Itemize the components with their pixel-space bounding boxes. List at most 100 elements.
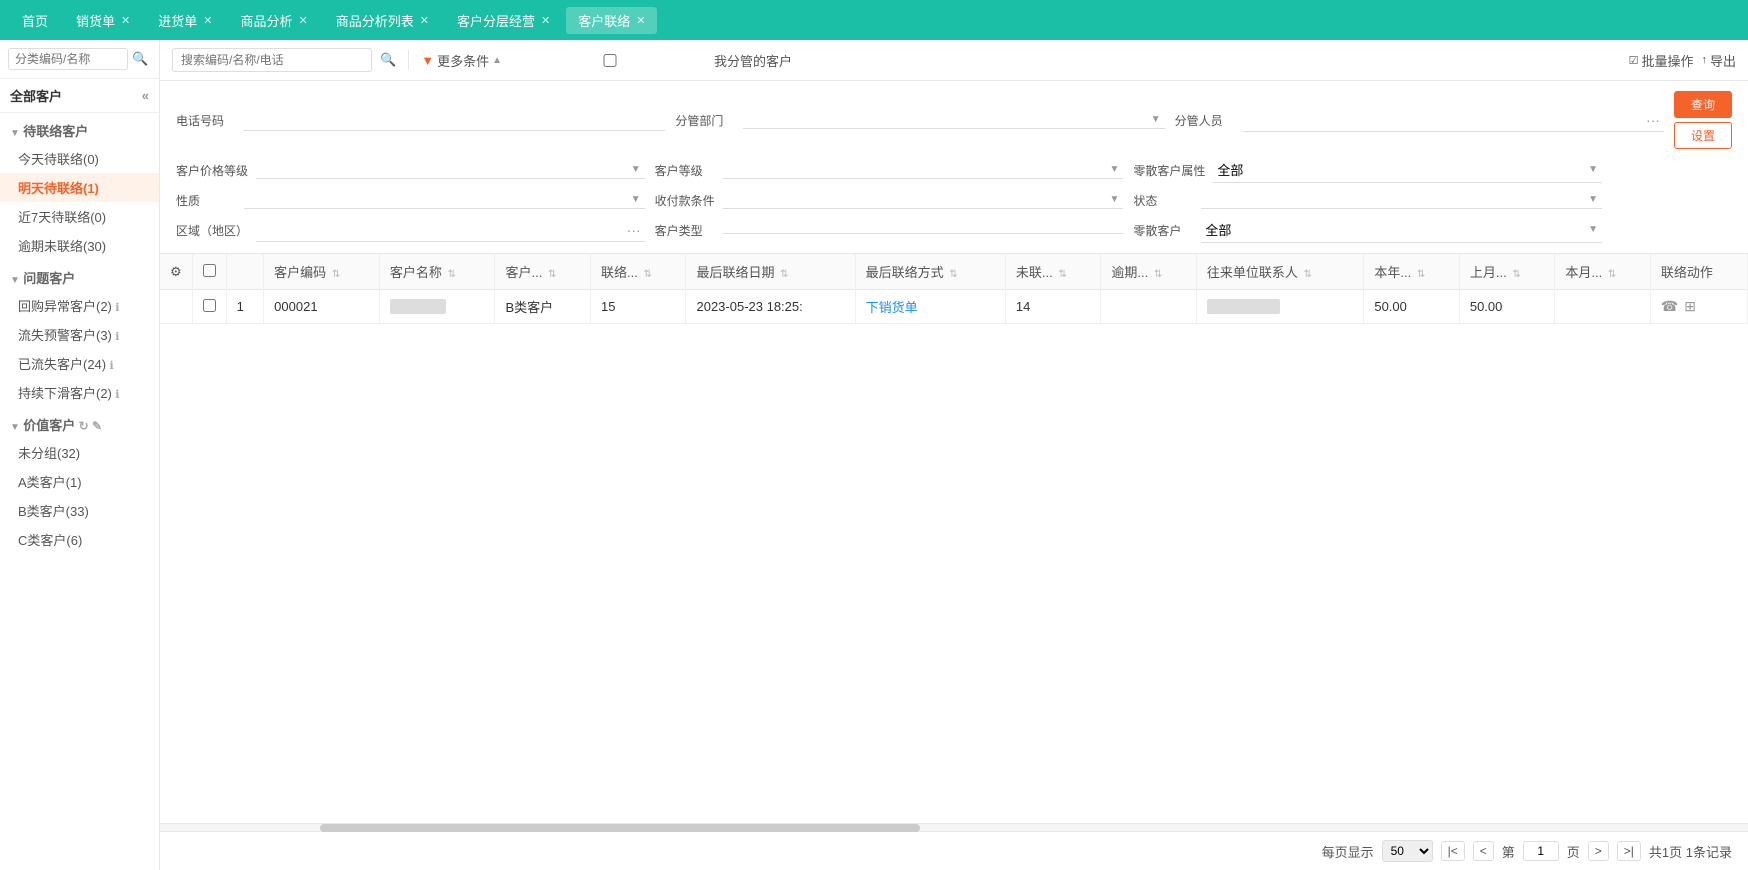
top-navigation: 首页 销货单 ✕ 进货单 ✕ 商品分析 ✕ 商品分析列表 ✕ 客户分层经营 ✕ … — [0, 0, 1748, 40]
sidebar-item-overdue[interactable]: 逾期未联络(30) — [0, 231, 159, 260]
payment-select[interactable]: ▼ — [723, 191, 1124, 209]
nav-customer-tier[interactable]: 客户分层经营 ✕ — [445, 7, 562, 34]
col-contact-person[interactable]: 往来单位联系人 ⇅ — [1196, 254, 1364, 290]
sidebar-search-area: 🔍 — [0, 40, 159, 79]
col-contact-count[interactable]: 联络... ⇅ — [590, 254, 686, 290]
more-filters-button[interactable]: ▼ 更多条件 ▲ — [421, 51, 502, 70]
scrollbar-thumb[interactable] — [320, 824, 920, 832]
phone-input[interactable] — [244, 110, 665, 131]
sidebar-all-customers[interactable]: 全部客户 « — [0, 79, 159, 113]
sidebar-item-abnormal[interactable]: 回购异常客户(2) ℹ — [0, 291, 159, 320]
row-contact-count: 15 — [590, 290, 686, 324]
row-checkbox[interactable] — [192, 290, 226, 324]
retail-customer-select[interactable]: 全部 ▼ — [1201, 217, 1602, 243]
sort-icon: ⇅ — [643, 269, 651, 280]
dept-select[interactable]: ▼ — [743, 111, 1164, 129]
prev-page-button[interactable]: < — [1473, 841, 1494, 861]
horizontal-scrollbar[interactable] — [160, 823, 1748, 831]
filter-customer-level: 客户等级 ▼ — [655, 161, 1124, 179]
nav-close-icon[interactable]: ✕ — [203, 14, 212, 27]
manager-select[interactable]: ··· — [1243, 109, 1664, 132]
col-this-year[interactable]: 本年... ⇅ — [1364, 254, 1460, 290]
nav-close-icon[interactable]: ✕ — [541, 14, 550, 27]
filter-area: 区域（地区） ··· — [176, 219, 645, 242]
sidebar-item-7days[interactable]: 近7天待联络(0) — [0, 202, 159, 231]
page-input[interactable] — [1523, 841, 1559, 861]
col-last-method[interactable]: 最后联络方式 ⇅ — [855, 254, 1005, 290]
col-customer-type[interactable]: 客户... ⇅ — [495, 254, 591, 290]
col-this-month[interactable]: 本月... ⇅ — [1555, 254, 1651, 290]
filter-dept: 分管部门 ▼ — [675, 111, 1164, 129]
last-method-link[interactable]: 下销货单 — [866, 300, 918, 315]
nav-customer-contact[interactable]: 客户联络 ✕ — [566, 7, 657, 34]
nav-home[interactable]: 首页 — [10, 7, 60, 34]
area-select[interactable]: ··· — [256, 219, 645, 242]
col-customer-name[interactable]: 客户名称 ⇅ — [379, 254, 495, 290]
customer-type-select[interactable] — [723, 227, 1124, 234]
col-last-month[interactable]: 上月... ⇅ — [1459, 254, 1555, 290]
sidebar-item-class-c[interactable]: C类客户(6) — [0, 525, 159, 554]
page-size-select[interactable]: 50 100 200 — [1382, 840, 1433, 862]
col-last-date[interactable]: 最后联络日期 ⇅ — [686, 254, 855, 290]
nav-product-analysis[interactable]: 商品分析 ✕ — [228, 7, 319, 34]
grid-action-icon[interactable]: ⊞ — [1684, 298, 1696, 315]
status-select[interactable]: ▼ — [1201, 191, 1602, 209]
col-customer-code[interactable]: 客户编码 ⇅ — [264, 254, 380, 290]
nav-close-icon[interactable]: ✕ — [121, 14, 130, 27]
sidebar-item-churned[interactable]: 已流失客户(24) ℹ — [0, 349, 159, 378]
export-button[interactable]: ↑ 导出 — [1701, 51, 1736, 70]
query-button[interactable]: 查询 — [1674, 91, 1732, 118]
setting-button[interactable]: 设置 — [1674, 122, 1732, 149]
batch-operation-button[interactable]: ☑ 批量操作 — [1629, 51, 1694, 70]
sort-icon: ⇅ — [1417, 269, 1425, 280]
retail-attr-select[interactable]: 全部 ▼ — [1213, 157, 1602, 183]
nav-close-icon[interactable]: ✕ — [420, 14, 429, 27]
first-page-button[interactable]: |< — [1441, 841, 1465, 861]
customer-level-select[interactable]: ▼ — [723, 161, 1124, 179]
customer-value-select[interactable]: ▼ — [256, 161, 645, 179]
sidebar-item-ungrouped[interactable]: 未分组(32) — [0, 438, 159, 467]
row-last-method[interactable]: 下销货单 — [855, 290, 1005, 324]
search-input[interactable] — [172, 48, 372, 72]
nav-close-icon[interactable]: ✕ — [636, 14, 645, 27]
phone-action-icon[interactable]: ☎ — [1661, 298, 1678, 315]
nav-purchase-order[interactable]: 进货单 ✕ — [146, 7, 224, 34]
sidebar-item-churn-warning[interactable]: 流失预警客户(3) ℹ — [0, 320, 159, 349]
nav-sales-order[interactable]: 销货单 ✕ — [64, 7, 142, 34]
nav-product-analysis-list[interactable]: 商品分析列表 ✕ — [324, 7, 441, 34]
search-icon[interactable]: 🔍 — [380, 52, 396, 68]
more-icon[interactable]: ··· — [627, 222, 641, 238]
col-uncontact[interactable]: 未联... ⇅ — [1005, 254, 1101, 290]
gender-select[interactable]: ▼ — [244, 191, 645, 209]
sidebar-item-class-a[interactable]: A类客户(1) — [0, 467, 159, 496]
sidebar-collapse-icon[interactable]: « — [142, 88, 149, 103]
sidebar-item-tomorrow[interactable]: 明天待联络(1) — [0, 173, 159, 202]
row-code: 000021 — [264, 290, 380, 324]
sidebar-item-class-b[interactable]: B类客户(33) — [0, 496, 159, 525]
more-icon[interactable]: ··· — [1646, 112, 1660, 128]
sort-icon: ⇅ — [1058, 269, 1066, 280]
col-settings[interactable]: ⚙ — [160, 254, 192, 290]
filter-customer-value: 客户价格等级 ▼ — [176, 161, 645, 179]
my-customers-checkbox[interactable]: 我分管的客户 — [510, 51, 792, 70]
col-overdue[interactable]: 逾期... ⇅ — [1101, 254, 1197, 290]
sort-icon: ⇅ — [1512, 269, 1520, 280]
last-page-button[interactable]: >| — [1617, 841, 1641, 861]
nav-close-icon[interactable]: ✕ — [299, 14, 308, 27]
sidebar-search-input[interactable] — [8, 48, 128, 70]
sidebar: 🔍 全部客户 « ▼ 待联络客户 今天待联络(0) 明天待联络(1) 近7天待联… — [0, 40, 160, 870]
row-select-checkbox[interactable] — [203, 299, 216, 312]
col-checkbox[interactable] — [192, 254, 226, 290]
table-area: ⚙ 客户编码 ⇅ 客户名称 ⇅ 客户... ⇅ — [160, 254, 1748, 823]
row-contact-person: ████ — [1196, 290, 1364, 324]
next-page-button[interactable]: > — [1588, 841, 1609, 861]
sidebar-search-icon[interactable]: 🔍 — [132, 51, 148, 67]
sidebar-item-declining[interactable]: 持续下滑客户(2) ℹ — [0, 378, 159, 407]
sidebar-item-today[interactable]: 今天待联络(0) — [0, 144, 159, 173]
select-all-checkbox[interactable] — [203, 264, 216, 277]
filter-payment: 收付款条件 ▼ — [655, 191, 1124, 209]
filter-row-1: 电话号码 分管部门 ▼ 分管人员 ··· — [176, 91, 1732, 149]
filter-row-2: 客户价格等级 ▼ 客户等级 ▼ 零散客户属性 全部 — [176, 157, 1732, 183]
row-index: 1 — [226, 290, 264, 324]
my-customers-check[interactable] — [510, 54, 710, 67]
